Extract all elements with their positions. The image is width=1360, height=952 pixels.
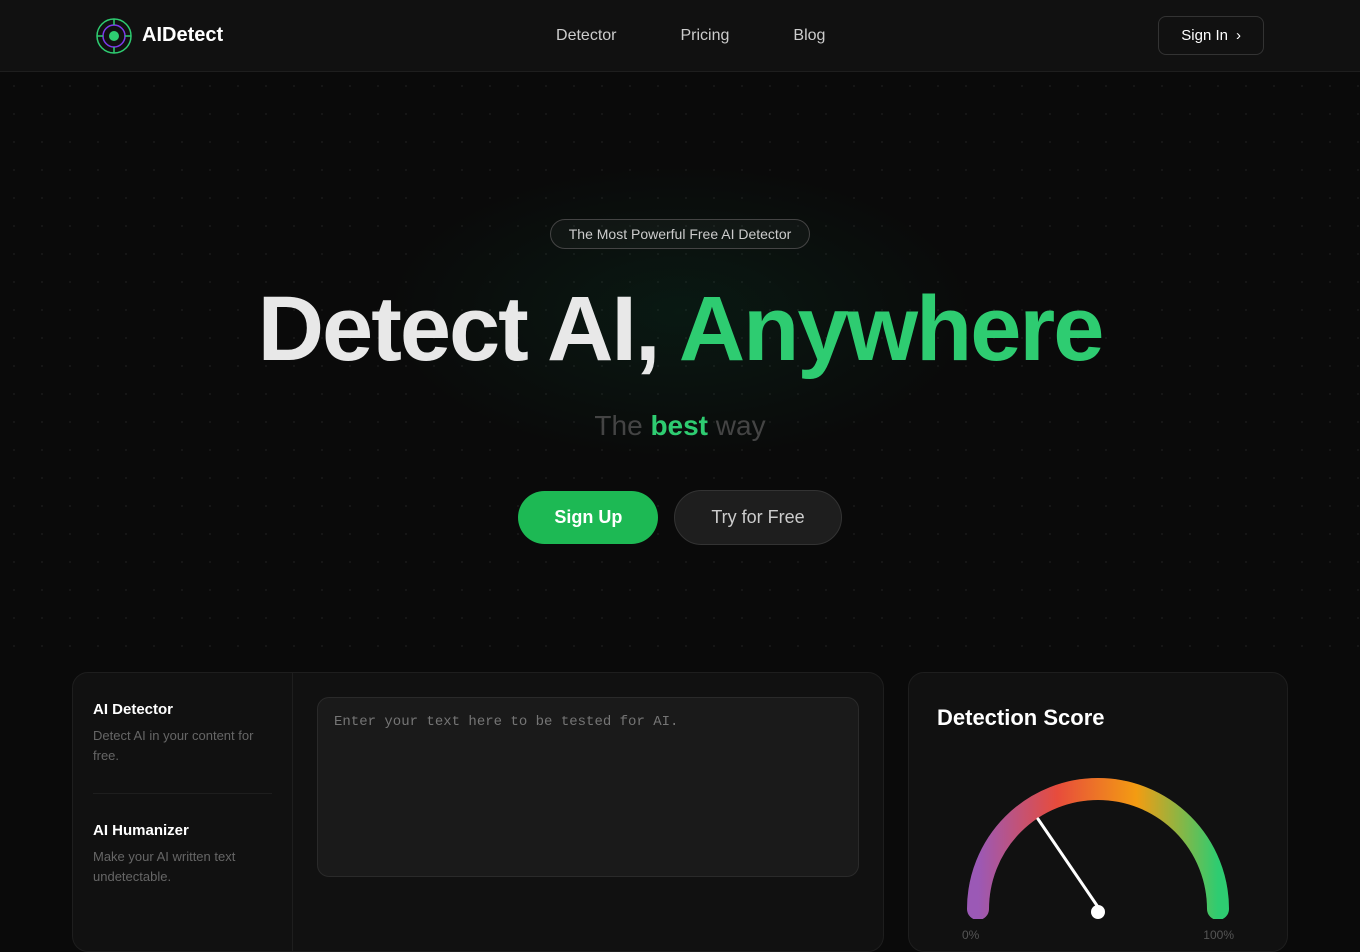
try-free-button[interactable]: Try for Free: [674, 490, 841, 545]
hero-badge: The Most Powerful Free AI Detector: [550, 219, 811, 249]
nav-links: Detector Pricing Blog: [556, 27, 825, 45]
score-title: Detection Score: [937, 705, 1105, 731]
logo-icon: [96, 18, 132, 54]
hero-subtitle-the: The: [594, 410, 642, 441]
ai-detector-desc: Detect AI in your content for free.: [93, 726, 272, 765]
hero-subtitle-way: way: [716, 410, 766, 441]
sign-in-label: Sign In: [1181, 27, 1228, 44]
detector-card: AI Detector Detect AI in your content fo…: [72, 672, 884, 952]
hero-title: Detect AI, Anywhere: [258, 281, 1103, 378]
signup-button[interactable]: Sign Up: [518, 491, 658, 544]
gauge-labels: 0% 100%: [958, 928, 1238, 942]
hero-title-green: Anywhere: [679, 278, 1103, 380]
gauge-container: 0% 100%: [958, 759, 1238, 919]
nav-link-blog[interactable]: Blog: [793, 27, 825, 45]
detector-sidebar: AI Detector Detect AI in your content fo…: [73, 673, 293, 951]
brand-name: AIDetect: [142, 24, 223, 47]
nav-link-detector[interactable]: Detector: [556, 27, 616, 45]
gauge-label-100: 100%: [1203, 928, 1234, 942]
ai-detector-title: AI Detector: [93, 701, 272, 718]
sidebar-item-humanizer[interactable]: AI Humanizer Make your AI written text u…: [93, 822, 272, 886]
detector-textarea[interactable]: [317, 697, 859, 877]
sidebar-divider: [93, 793, 272, 794]
hero-buttons: Sign Up Try for Free: [518, 490, 841, 545]
humanizer-title: AI Humanizer: [93, 822, 272, 839]
gauge-svg: [958, 759, 1238, 919]
hero-title-white: Detect AI,: [258, 278, 659, 380]
hero-badge-text: The Most Powerful Free AI Detector: [569, 226, 792, 242]
hero-subtitle-best: best: [650, 410, 708, 441]
bottom-section: AI Detector Detect AI in your content fo…: [0, 672, 1360, 952]
gauge-needle-base: [1091, 905, 1105, 919]
score-card: Detection Score: [908, 672, 1288, 952]
hero-section: The Most Powerful Free AI Detector Detec…: [0, 72, 1360, 672]
nav-link-pricing[interactable]: Pricing: [680, 27, 729, 45]
chevron-right-icon: ›: [1236, 27, 1241, 44]
humanizer-desc: Make your AI written text undetectable.: [93, 847, 272, 886]
hero-subtitle: The best way: [594, 410, 765, 442]
brand-logo[interactable]: AIDetect: [96, 18, 223, 54]
navbar: AIDetect Detector Pricing Blog Sign In ›: [0, 0, 1360, 72]
gauge-label-0: 0%: [962, 928, 979, 942]
sign-in-button[interactable]: Sign In ›: [1158, 16, 1264, 55]
detector-textarea-area: [293, 673, 883, 951]
sidebar-item-ai-detector[interactable]: AI Detector Detect AI in your content fo…: [93, 701, 272, 765]
